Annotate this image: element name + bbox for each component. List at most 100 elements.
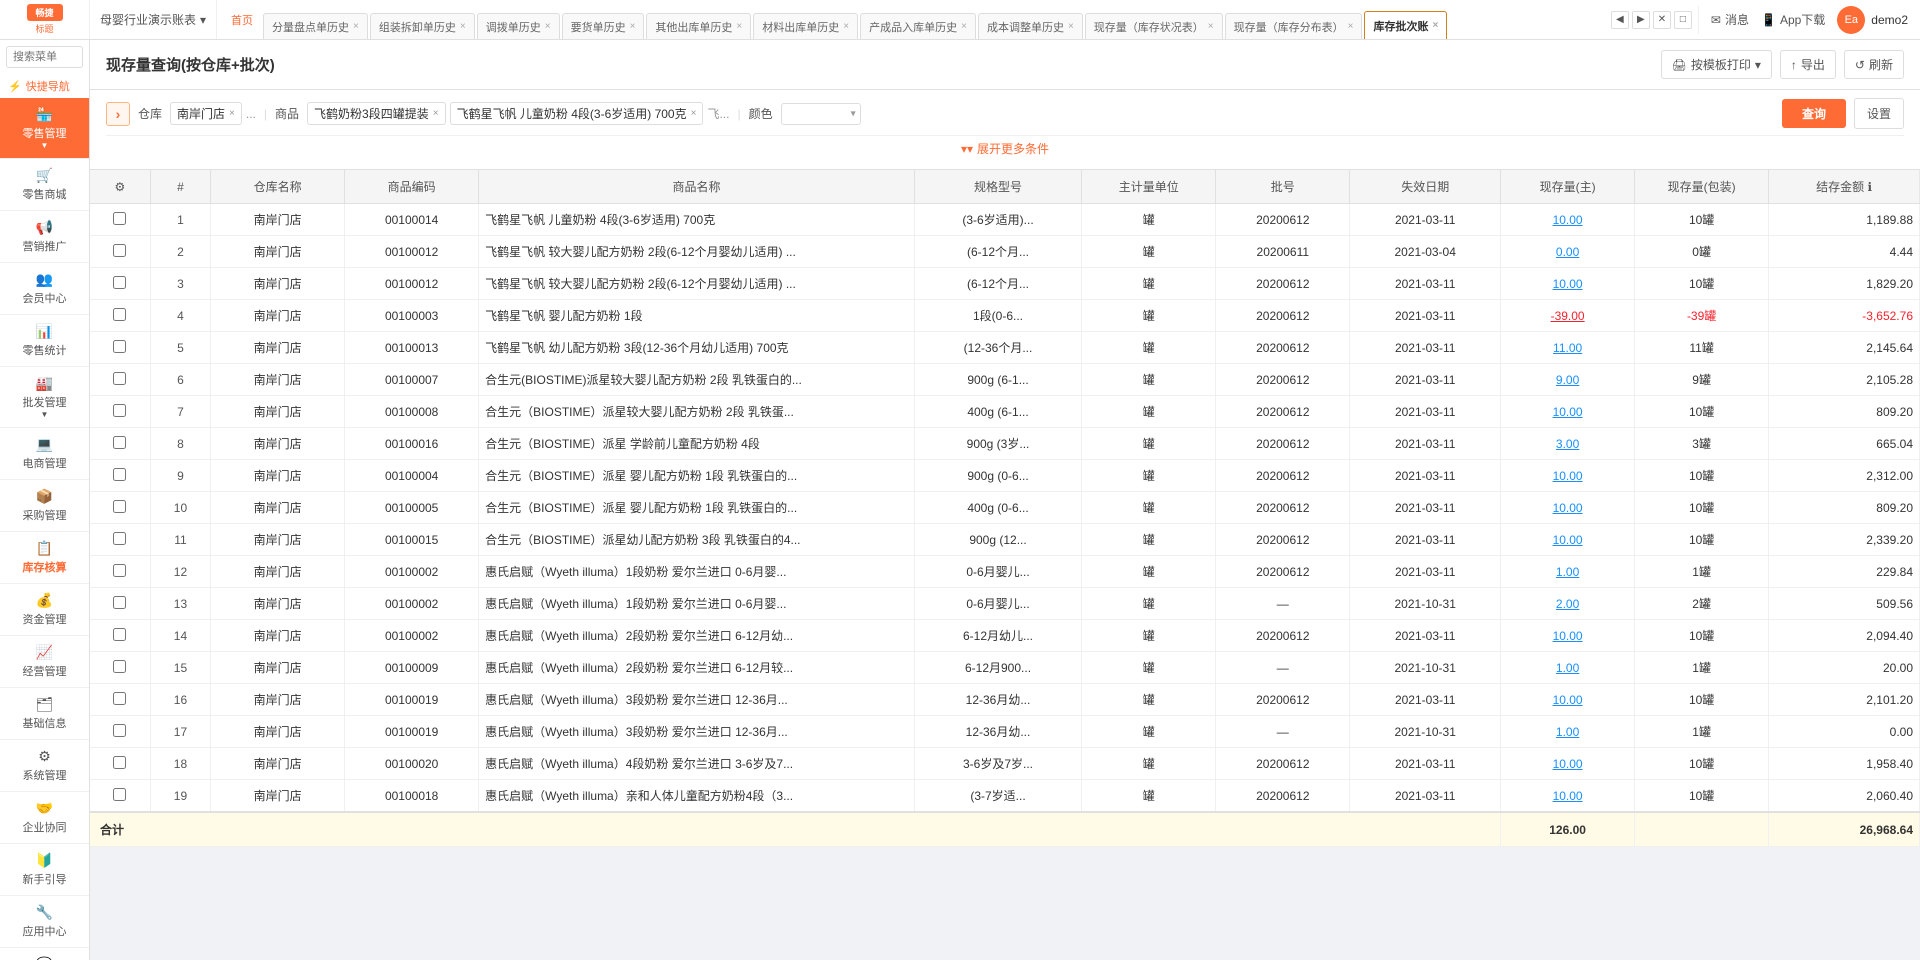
sidebar-item-finance[interactable]: 💰 资金管理 [0,584,89,636]
tab-close-kucun[interactable]: × [1432,20,1438,31]
sidebar-item-marketing[interactable]: 📢 营销推广 [0,211,89,263]
tab-close-chengben[interactable]: × [1068,21,1074,32]
cell-qty-main[interactable]: 10.00 [1501,780,1635,813]
sidebar-item-retail-stats[interactable]: 📊 零售统计 [0,315,89,367]
cell-qty-main[interactable]: 10.00 [1501,748,1635,780]
sidebar-item-system[interactable]: ⚙ 系统管理 [0,740,89,792]
cell-checkbox[interactable] [90,748,150,780]
cell-qty-main[interactable]: 10.00 [1501,460,1635,492]
filter-expand-arrow[interactable]: › [106,102,130,126]
tab-maximize-btn[interactable]: □ [1674,11,1692,29]
tab-kucun-active[interactable]: 库存批次账× [1364,11,1447,39]
tab-close-all-btn[interactable]: ✕ [1653,11,1671,29]
cell-checkbox[interactable] [90,460,150,492]
tab-close-chanchan[interactable]: × [961,21,967,32]
product-more-icon[interactable]: 飞... [707,105,729,122]
home-tab[interactable]: 首页 [221,0,263,39]
template-print-btn[interactable]: 🖨 按模板打印 ▾ [1661,50,1772,79]
export-btn[interactable]: ↑ 导出 [1780,50,1836,79]
industry-selector[interactable]: 母婴行业演示账表 ▾ [90,0,217,39]
cell-qty-main[interactable]: 11.00 [1501,332,1635,364]
cell-checkbox[interactable] [90,364,150,396]
sidebar-item-guide[interactable]: 🔰 新手引导 [0,844,89,896]
tab-next-btn[interactable]: ▶ [1632,11,1650,29]
tab-close-qita[interactable]: × [736,21,742,32]
messages-btn[interactable]: ✉ 消息 [1711,11,1749,28]
cell-qty-main[interactable]: 10.00 [1501,524,1635,556]
quick-nav-item[interactable]: ⚡ 快捷导航 [0,74,89,98]
sidebar-item-ecommerce[interactable]: 💻 电商管理 [0,428,89,480]
search-input[interactable] [6,46,83,68]
cell-checkbox[interactable] [90,556,150,588]
tab-close-xiancun1[interactable]: × [1208,21,1214,32]
tab-yaohuo[interactable]: 要货单历史× [562,13,645,39]
tab-xiancun1[interactable]: 现存量（库存状况表）× [1085,13,1223,39]
tab-fenpan[interactable]: 分量盘点单历史× [263,13,368,39]
cell-checkbox[interactable] [90,428,150,460]
cell-checkbox[interactable] [90,652,150,684]
cell-qty-main[interactable]: -39.00 [1501,300,1635,332]
warehouse-tag-close-icon[interactable]: × [229,108,235,119]
cell-qty-main[interactable]: 2.00 [1501,588,1635,620]
cell-checkbox[interactable] [90,268,150,300]
tab-qita[interactable]: 其他出库单历史× [646,13,751,39]
tab-close-xiancun2[interactable]: × [1348,21,1354,32]
color-filter-select[interactable]: ▾ [781,103,861,125]
sidebar-item-collab[interactable]: 🤝 企业协同 [0,792,89,844]
sidebar-item-mall[interactable]: 🛒 零售商城 [0,159,89,211]
cell-checkbox[interactable] [90,236,150,268]
cell-qty-main[interactable]: 1.00 [1501,652,1635,684]
query-btn[interactable]: 查询 [1782,99,1846,128]
cell-checkbox[interactable] [90,716,150,748]
cell-checkbox[interactable] [90,780,150,813]
expand-more-btn[interactable]: ▾▾ 展开更多条件 [106,135,1904,161]
tab-xiancun2[interactable]: 现存量（库存分布表）× [1225,13,1363,39]
cell-checkbox[interactable] [90,620,150,652]
tab-prev-btn[interactable]: ◀ [1611,11,1629,29]
sidebar-item-retail[interactable]: 🏪 零售管理 ▼ [0,98,89,159]
sidebar-item-member[interactable]: 👥 会员中心 [0,263,89,315]
cell-qty-main[interactable]: 10.00 [1501,204,1635,236]
cell-checkbox[interactable] [90,524,150,556]
tab-zuhe[interactable]: 组装拆卸单历史× [370,13,475,39]
cell-qty-main[interactable]: 10.00 [1501,492,1635,524]
cell-qty-main[interactable]: 1.00 [1501,716,1635,748]
product-tag2-close-icon[interactable]: × [691,108,697,119]
cell-checkbox[interactable] [90,396,150,428]
cell-qty-main[interactable]: 3.00 [1501,428,1635,460]
cell-qty-main[interactable]: 10.00 [1501,268,1635,300]
cell-checkbox[interactable] [90,300,150,332]
cell-checkbox[interactable] [90,332,150,364]
sidebar-item-wholesale[interactable]: 🏭 批发管理 ▼ [0,367,89,428]
cell-qty-main[interactable]: 10.00 [1501,396,1635,428]
tab-diaopo[interactable]: 调拨单历史× [477,13,560,39]
sidebar-item-wechat[interactable]: 💬 企业微信 [0,948,89,960]
cell-checkbox[interactable] [90,492,150,524]
warehouse-more-icon[interactable]: ... [246,107,256,121]
sidebar-item-operations[interactable]: 📈 经营管理 [0,636,89,688]
tab-close-diaopo[interactable]: × [545,21,551,32]
tab-chengben[interactable]: 成本调整单历史× [978,13,1083,39]
app-download-btn[interactable]: 📱 App下载 [1761,11,1825,28]
tab-close-cailiao[interactable]: × [843,21,849,32]
settings-btn[interactable]: 设置 [1854,98,1904,129]
tab-cailiao[interactable]: 材料出库单历史× [753,13,858,39]
refresh-btn[interactable]: ↺ 刷新 [1844,50,1904,79]
sidebar-item-purchase[interactable]: 📦 采购管理 [0,480,89,532]
cell-checkbox[interactable] [90,684,150,716]
cell-qty-main[interactable]: 1.00 [1501,556,1635,588]
sidebar-item-basics[interactable]: 🗂 基础信息 [0,688,89,740]
cell-checkbox[interactable] [90,204,150,236]
cell-qty-main[interactable]: 0.00 [1501,236,1635,268]
cell-qty-main[interactable]: 10.00 [1501,620,1635,652]
tab-close-yaohuo[interactable]: × [630,21,636,32]
cell-qty-main[interactable]: 10.00 [1501,684,1635,716]
cell-qty-main[interactable]: 9.00 [1501,364,1635,396]
sidebar-item-inventory[interactable]: 📋 库存核算 [0,532,89,584]
tab-chanchan[interactable]: 产成品入库单历史× [860,13,976,39]
tab-close-fenpan[interactable]: × [353,21,359,32]
col-settings[interactable]: ⚙ [90,170,150,204]
sidebar-item-apps[interactable]: 🔧 应用中心 [0,896,89,948]
product-tag1-close-icon[interactable]: × [433,108,439,119]
tab-close-zuhe[interactable]: × [460,21,466,32]
